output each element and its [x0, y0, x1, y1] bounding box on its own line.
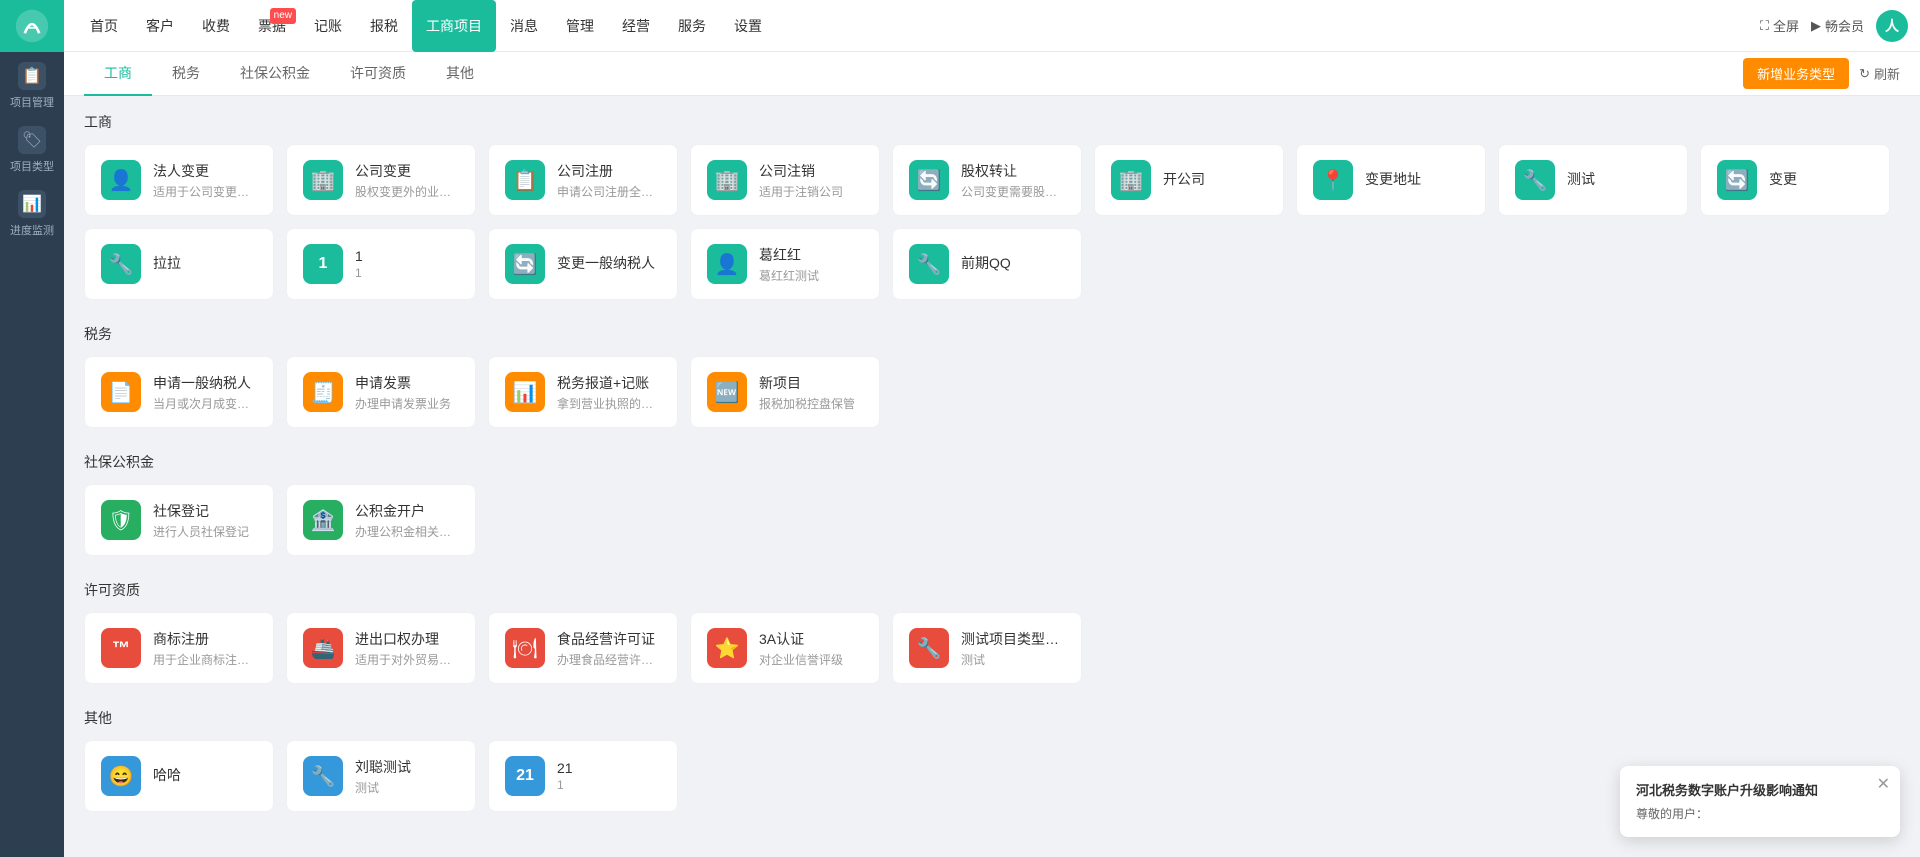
card-shuiwu-baodao[interactable]: 📊 税务报道+记账 拿到营业执照的新公司 [488, 356, 678, 428]
logo [0, 0, 64, 52]
new-badge: new [270, 8, 296, 24]
fullscreen-label: 全屏 [1773, 16, 1799, 35]
nav-billing[interactable]: 收费 [188, 0, 244, 52]
card-gongsi-zhuxiao[interactable]: 🏢 公司注销 适用于注销公司 [690, 144, 880, 216]
notification-title: 河北税务数字账户升级影响通知 [1636, 780, 1884, 799]
tab-other[interactable]: 其他 [426, 52, 494, 96]
card-gehonghong[interactable]: 👤 葛红红 葛红红测试 [690, 228, 880, 300]
nav-customer[interactable]: 客户 [132, 0, 188, 52]
tab-shuiwu[interactable]: 税务 [152, 52, 220, 96]
tab-xuke[interactable]: 许可资质 [330, 52, 426, 96]
card-biangeng-dizhi[interactable]: 📍 变更地址 [1296, 144, 1486, 216]
card-21[interactable]: 21 21 1 [488, 740, 678, 812]
card-shangbiao-zhuce[interactable]: ™ 商标注册 用于企业商标注册服务 [84, 612, 274, 684]
section-title-xuke: 许可资质 [84, 580, 1900, 600]
sidebar-item-progress[interactable]: 📊 进度监测 [0, 180, 64, 244]
section-title-shebao: 社保公积金 [84, 452, 1900, 472]
fullscreen-btn[interactable]: ⛶ 全屏 [1760, 16, 1799, 35]
sidebar-item-project-management[interactable]: 📋 项目管理 [0, 52, 64, 116]
tabs-bar: 工商 税务 社保公积金 许可资质 其他 新增业务类型 ↻ 刷新 [64, 52, 1920, 96]
progress-icon: 📊 [18, 190, 46, 218]
card-icon-gsbc: 🏢 [303, 160, 343, 200]
card-num1[interactable]: 1 1 1 [286, 228, 476, 300]
card-liucong-test[interactable]: 🔧 刘聪测试 测试 [286, 740, 476, 812]
section-title-other: 其他 [84, 708, 1900, 728]
cards-grid-gongshang: 👤 法人变更 适用于公司变更法人 🏢 公司变更 股权变更外的业务变更 📋 [84, 144, 1900, 300]
sidebar: 📋 项目管理 🏷 项目类型 📊 进度监测 [0, 0, 64, 857]
main-area: 首页 客户 收费 票据 new 记账 报税 工商项目 消息 管理 经营 服务 设… [64, 0, 1920, 857]
card-qianqi-qq[interactable]: 🔧 前期QQ [892, 228, 1082, 300]
sidebar-item-project-type[interactable]: 🏷 项目类型 [0, 116, 64, 180]
cards-grid-shuiwu: 📄 申请一般纳税人 当月或次月成变更完成 🧾 申请发票 办理申请发票业务 📊 [84, 356, 1900, 428]
cards-grid-shebao: 🛡 社保登记 进行人员社保登记 🏦 公积金开户 办理公积金相关业务 [84, 484, 1900, 556]
topnav-right: ⛶ 全屏 ▶ 畅会员 人 [1760, 10, 1908, 42]
content: 工商 税务 社保公积金 许可资质 其他 新增业务类型 ↻ 刷新 工商 👤 [64, 52, 1920, 857]
tab-shebao[interactable]: 社保公积金 [220, 52, 330, 96]
card-shebao-dengji[interactable]: 🛡 社保登记 进行人员社保登记 [84, 484, 274, 556]
nav-settings[interactable]: 设置 [720, 0, 776, 52]
sidebar-item-label-project-management: 项目管理 [10, 94, 54, 110]
card-ceshi-leixing[interactable]: 🔧 测试项目类型目定义 测试 [892, 612, 1082, 684]
card-xin-xiangmu[interactable]: 🆕 新项目 报税加税控盘保管 [690, 356, 880, 428]
card-gongjijin-kaihu[interactable]: 🏦 公积金开户 办理公积金相关业务 [286, 484, 476, 556]
card-3a-renzheng[interactable]: ⭐ 3A认证 对企业信誉评级 [690, 612, 880, 684]
nav-tax[interactable]: 报税 [356, 0, 412, 52]
card-shenqing-yiban[interactable]: 📄 申请一般纳税人 当月或次月成变更完成 [84, 356, 274, 428]
card-shipin-xuke[interactable]: 🍽 食品经营许可证 办理食品经营许可证 [488, 612, 678, 684]
vip-icon: ▶ [1811, 18, 1821, 34]
cards-grid-xuke: ™ 商标注册 用于企业商标注册服务 🚢 进出口权办理 适用于对外贸易经营者 🍽 [84, 612, 1900, 684]
tabs-actions: 新增业务类型 ↻ 刷新 [1743, 58, 1900, 89]
new-type-button[interactable]: 新增业务类型 [1743, 58, 1849, 89]
card-biangeng2[interactable]: 🔄 变更 [1700, 144, 1890, 216]
nav-accounting[interactable]: 记账 [300, 0, 356, 52]
nav-service[interactable]: 服务 [664, 0, 720, 52]
nav-message[interactable]: 消息 [496, 0, 552, 52]
section-title-gongshang: 工商 [84, 112, 1900, 132]
card-name-faren: 法人变更 [153, 161, 257, 181]
nav-operation[interactable]: 经营 [608, 0, 664, 52]
card-kai-gongsi[interactable]: 🏢 开公司 [1094, 144, 1284, 216]
notification-popup: ✕ 河北税务数字账户升级影响通知 尊敬的用户： [1620, 766, 1900, 837]
topnav: 首页 客户 收费 票据 new 记账 报税 工商项目 消息 管理 经营 服务 设… [64, 0, 1920, 52]
card-gongsi-biangeng[interactable]: 🏢 公司变更 股权变更外的业务变更 [286, 144, 476, 216]
card-gongsi-zhuce[interactable]: 📋 公司注册 申请公司注册全流程 [488, 144, 678, 216]
card-haha[interactable]: 😄 哈哈 [84, 740, 274, 812]
card-ceshi[interactable]: 🔧 测试 [1498, 144, 1688, 216]
tab-gongshang[interactable]: 工商 [84, 52, 152, 96]
refresh-button[interactable]: ↻ 刷新 [1859, 64, 1900, 83]
sidebar-item-label-progress: 进度监测 [10, 222, 54, 238]
section-title-shuiwu: 税务 [84, 324, 1900, 344]
card-jinchukou[interactable]: 🚢 进出口权办理 适用于对外贸易经营者 [286, 612, 476, 684]
content-scroll: 工商 👤 法人变更 适用于公司变更法人 🏢 公司变更 股权变更外的业务变更 [64, 96, 1920, 857]
project-management-icon: 📋 [18, 62, 46, 90]
notification-close-button[interactable]: ✕ [1877, 774, 1890, 794]
nav-home[interactable]: 首页 [76, 0, 132, 52]
card-guquan-zhuanrang[interactable]: 🔄 股权转让 公司变更需要股权转让 [892, 144, 1082, 216]
card-icon-faren: 👤 [101, 160, 141, 200]
notification-body: 尊敬的用户： [1636, 805, 1884, 823]
card-biangeng-yiban[interactable]: 🔄 变更一般纳税人 [488, 228, 678, 300]
project-type-icon: 🏷 [18, 126, 46, 154]
avatar[interactable]: 人 [1876, 10, 1908, 42]
vip-btn[interactable]: ▶ 畅会员 [1811, 16, 1864, 35]
nav-manage[interactable]: 管理 [552, 0, 608, 52]
card-info-faren: 法人变更 适用于公司变更法人 [153, 161, 257, 200]
vip-label: 畅会员 [1825, 16, 1864, 35]
nav-business[interactable]: 工商项目 [412, 0, 496, 52]
refresh-icon: ↻ [1859, 66, 1870, 82]
card-shenqing-fapiao[interactable]: 🧾 申请发票 办理申请发票业务 [286, 356, 476, 428]
card-lala[interactable]: 🔧 拉拉 [84, 228, 274, 300]
fullscreen-icon: ⛶ [1760, 18, 1769, 34]
card-desc-faren: 适用于公司变更法人 [153, 183, 257, 200]
sidebar-item-label-project-type: 项目类型 [10, 158, 54, 174]
nav-ticket[interactable]: 票据 new [244, 0, 300, 52]
card-faren-biangeng[interactable]: 👤 法人变更 适用于公司变更法人 [84, 144, 274, 216]
